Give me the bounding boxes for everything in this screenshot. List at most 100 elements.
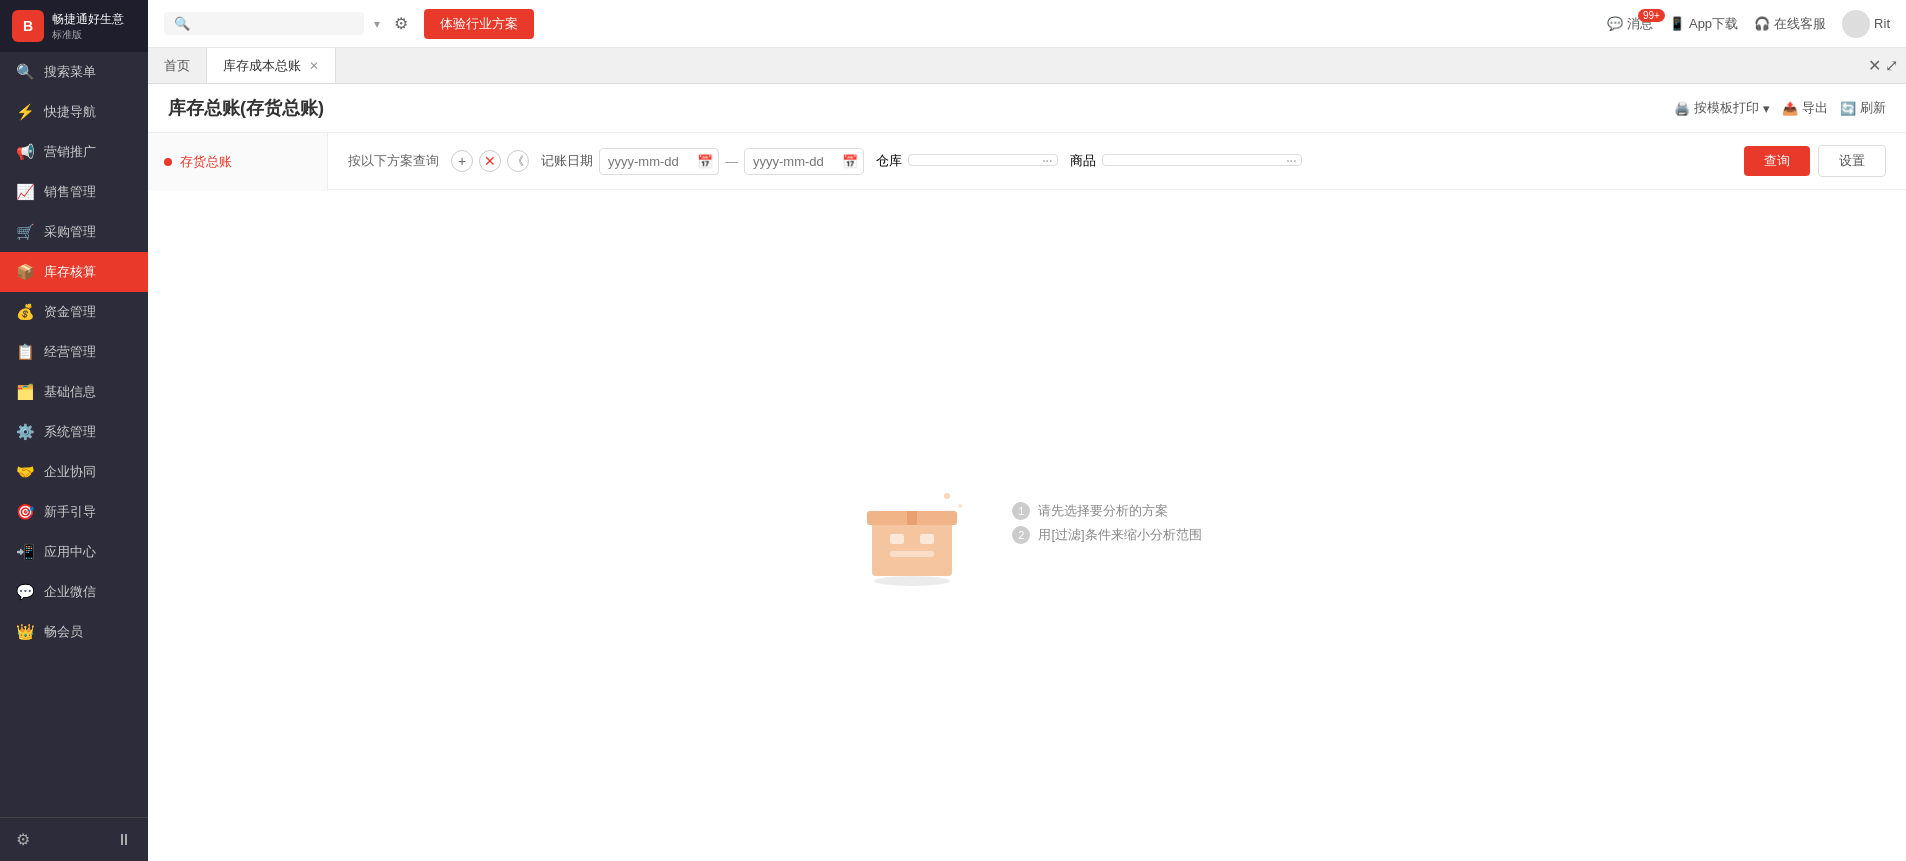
inventory-icon: 📦 (16, 263, 34, 281)
date-label: 记账日期 (541, 152, 593, 170)
print-btn[interactable]: 🖨️ 按模板打印 ▾ (1674, 99, 1770, 117)
topbar-search-bar[interactable]: 🔍 (164, 12, 364, 35)
online-service-label: 在线客服 (1774, 15, 1826, 33)
settings-gear-icon[interactable]: ⚙ (16, 830, 30, 849)
warehouse-select[interactable] (908, 154, 1058, 166)
sidebar-item-label-wechat: 企业微信 (44, 583, 96, 601)
sidebar-item-marketing[interactable]: 📢 营销推广 (0, 132, 148, 172)
basic-info-icon: 🗂️ (16, 383, 34, 401)
date-end-input[interactable] (744, 148, 864, 175)
user-name: Rit (1874, 16, 1890, 31)
headset-icon: 🎧 (1754, 16, 1770, 31)
empty-text: 1 请先选择要分析的方案 2 用[过滤]条件来缩小分析范围 (1012, 502, 1201, 550)
export-btn[interactable]: 📤 导出 (1782, 99, 1828, 117)
sidebar-item-guide[interactable]: 🎯 新手引导 (0, 492, 148, 532)
sidebar-item-label-basic-info: 基础信息 (44, 383, 96, 401)
filter-close-btn[interactable]: ✕ (479, 150, 501, 172)
avatar (1842, 10, 1870, 38)
sidebar-item-label-marketing: 营销推广 (44, 143, 96, 161)
step-1-text: 请先选择要分析的方案 (1038, 502, 1168, 520)
sidebar-item-wechat[interactable]: 💬 企业微信 (0, 572, 148, 612)
filter-add-btn[interactable]: + (451, 150, 473, 172)
tabbar-resize-icon[interactable]: ⤢ (1885, 56, 1898, 75)
tab-close-icon[interactable]: ✕ (309, 59, 319, 73)
sidebar-item-app-center[interactable]: 📲 应用中心 (0, 532, 148, 572)
refresh-label: 刷新 (1860, 99, 1886, 117)
empty-state-content: 1 请先选择要分析的方案 2 用[过滤]条件来缩小分析范围 (852, 476, 1201, 576)
sales-icon: 📈 (16, 183, 34, 201)
tab-home[interactable]: 首页 (148, 48, 207, 83)
online-service-btn[interactable]: 🎧 在线客服 (1754, 15, 1826, 33)
sidebar-item-sales[interactable]: 📈 销售管理 (0, 172, 148, 212)
member-icon: 👑 (16, 623, 34, 641)
collapse-sidebar-icon[interactable]: ⏸ (116, 831, 132, 849)
date-filter-group: 记账日期 📅 — 📅 (541, 148, 864, 175)
sidebar-item-label-operations: 经营管理 (44, 343, 96, 361)
goods-label: 商品 (1070, 152, 1096, 170)
sidebar-item-system[interactable]: ⚙️ 系统管理 (0, 412, 148, 452)
quick-nav-icon: ⚡ (16, 103, 34, 121)
industry-btn[interactable]: 体验行业方案 (424, 9, 534, 39)
filter-label: 按以下方案查询 (348, 152, 439, 170)
sidebar-item-label-system: 系统管理 (44, 423, 96, 441)
svg-rect-4 (907, 511, 917, 525)
filter-action-btns: + ✕ 《 (451, 150, 529, 172)
user-avatar-btn[interactable]: Rit (1842, 10, 1890, 38)
warehouse-select-wrap: ··· (908, 154, 1058, 169)
sidebar-item-finance[interactable]: 💰 资金管理 (0, 292, 148, 332)
topbar: 🔍 ▾ ⚙ 体验行业方案 💬 消息 99+ 📱 App下载 🎧 在线客服 Rit (148, 0, 1906, 48)
system-icon: ⚙️ (16, 423, 34, 441)
sidebar-item-operations[interactable]: 📋 经营管理 (0, 332, 148, 372)
warehouse-label: 仓库 (876, 152, 902, 170)
step-2-text: 用[过滤]条件来缩小分析范围 (1038, 526, 1201, 544)
goods-select[interactable] (1102, 154, 1302, 166)
sidebar-item-search[interactable]: 🔍 搜索菜单 (0, 52, 148, 92)
tabbar-close-icon[interactable]: ✕ (1868, 56, 1881, 75)
message-icon: 💬 (1607, 16, 1623, 31)
export-label: 导出 (1802, 99, 1828, 117)
sidebar-item-purchase[interactable]: 🛒 采购管理 (0, 212, 148, 252)
sidebar-item-basic-info[interactable]: 🗂️ 基础信息 (0, 372, 148, 412)
filter-area: 按以下方案查询 + ✕ 《 记账日期 📅 — (328, 133, 1906, 191)
filter-settings-btn[interactable]: 设置 (1818, 145, 1886, 177)
app-center-icon: 📲 (16, 543, 34, 561)
warehouse-filter-group: 仓库 ··· (876, 152, 1058, 170)
sidebar-item-label-search: 搜索菜单 (44, 63, 96, 81)
sidebar-item-quick-nav[interactable]: ⚡ 快捷导航 (0, 92, 148, 132)
svg-rect-8 (920, 534, 934, 544)
sidebar-item-member[interactable]: 👑 畅会员 (0, 612, 148, 652)
query-btn[interactable]: 查询 (1744, 146, 1810, 176)
sidebar-item-label-cooperation: 企业协同 (44, 463, 96, 481)
svg-point-6 (958, 504, 962, 508)
topbar-gear-icon[interactable]: ⚙ (394, 14, 408, 33)
tabbar-right: ✕ ⤢ (1868, 56, 1906, 75)
operations-icon: 📋 (16, 343, 34, 361)
page-title: 库存总账(存货总账) (168, 96, 324, 120)
app-download-label: App下载 (1689, 15, 1738, 33)
print-label: 按模板打印 (1694, 99, 1759, 117)
app-logo: B 畅捷通好生意 标准版 (0, 0, 148, 52)
app-download-btn[interactable]: 📱 App下载 (1669, 15, 1738, 33)
sidebar-item-inventory[interactable]: 📦 库存核算 (0, 252, 148, 292)
refresh-icon: 🔄 (1840, 101, 1856, 116)
scheme-dot-icon (164, 158, 172, 166)
cooperation-icon: 🤝 (16, 463, 34, 481)
svg-point-10 (874, 576, 950, 586)
phone-icon: 📱 (1669, 16, 1685, 31)
page-actions: 🖨️ 按模板打印 ▾ 📤 导出 🔄 刷新 (1674, 99, 1886, 117)
tab-inventory-ledger[interactable]: 库存成本总账 ✕ (207, 48, 336, 83)
topbar-chevron-icon[interactable]: ▾ (374, 17, 380, 31)
logo-text-wrap: 畅捷通好生意 标准版 (52, 11, 124, 42)
purchase-icon: 🛒 (16, 223, 34, 241)
filter-collapse-btn[interactable]: 《 (507, 150, 529, 172)
topbar-search-icon: 🔍 (174, 16, 190, 31)
scheme-item-label: 存货总账 (180, 153, 232, 171)
app-name: 畅捷通好生意 (52, 11, 124, 28)
sidebar-item-cooperation[interactable]: 🤝 企业协同 (0, 452, 148, 492)
filter-right-btns: 查询 设置 (1744, 145, 1886, 177)
scheme-item-inventory-ledger[interactable]: 存货总账 (148, 145, 327, 179)
empty-illustration (852, 476, 972, 576)
refresh-btn[interactable]: 🔄 刷新 (1840, 99, 1886, 117)
date-start-input[interactable] (599, 148, 719, 175)
message-btn[interactable]: 💬 消息 99+ (1607, 15, 1653, 33)
